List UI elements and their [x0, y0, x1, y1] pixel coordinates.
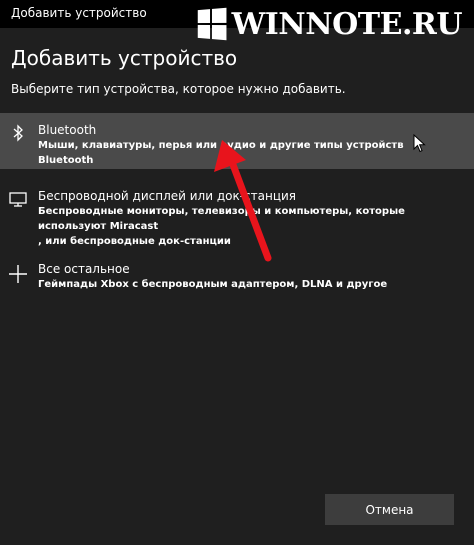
page-subtitle: Выберите тип устройства, которое нужно д… [11, 82, 346, 96]
option-wireless-display[interactable]: Беспроводной дисплей или док-станция Бес… [0, 179, 474, 247]
windows-logo-icon [197, 7, 227, 41]
option-bluetooth[interactable]: Bluetooth Мыши, клавиатуры, перья или ау… [0, 113, 474, 169]
display-icon [8, 189, 28, 209]
option-description: Беспроводные мониторы, телевизоры и комп… [38, 206, 405, 247]
option-title: Беспроводной дисплей или док-станция [38, 189, 297, 203]
cancel-button[interactable]: Отмена [325, 494, 454, 525]
option-title: Bluetooth [38, 123, 97, 137]
watermark-text: WINNOTE.RU [231, 6, 463, 42]
plus-icon [8, 264, 28, 284]
watermark: WINNOTE.RU [196, 4, 463, 44]
mouse-cursor-icon [413, 134, 426, 153]
option-description: Мыши, клавиатуры, перья или аудио и друг… [38, 140, 404, 166]
option-description: Геймпады Xbox с беспроводным адаптером, … [38, 279, 388, 290]
option-everything-else[interactable]: Все остальное Геймпады Xbox с беспроводн… [0, 254, 474, 298]
add-device-dialog: Добавить устройство WINNOTE.RU Добавить … [0, 0, 474, 545]
page-title: Добавить устройство [11, 46, 238, 70]
option-title: Все остальное [38, 262, 130, 276]
window-title: Добавить устройство [11, 6, 147, 20]
bluetooth-icon [8, 123, 28, 143]
